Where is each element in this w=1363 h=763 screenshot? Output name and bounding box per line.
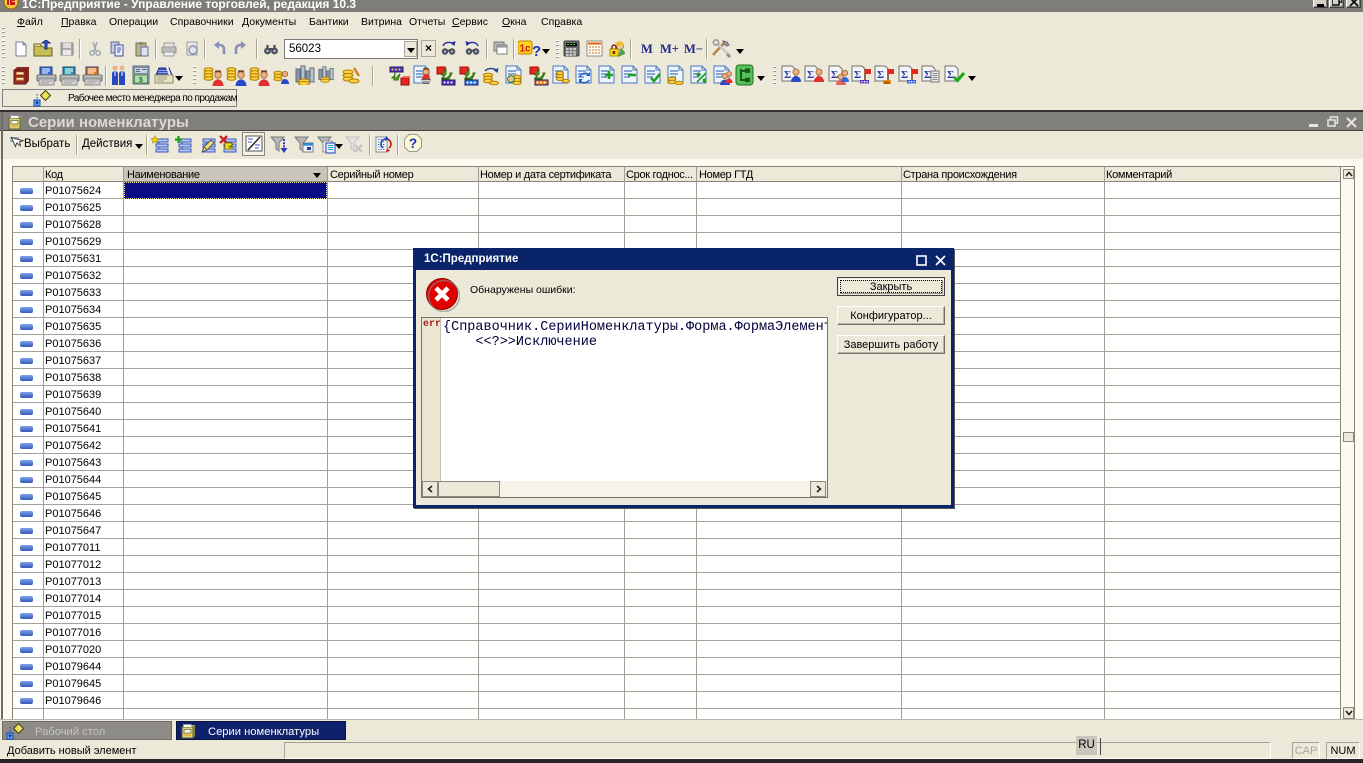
svg-text:Σ: Σ: [947, 69, 954, 81]
svg-text:Σ: Σ: [901, 69, 908, 81]
svg-text:$: $: [139, 77, 143, 84]
svg-text:Σ: Σ: [807, 69, 814, 81]
svg-text:?: ?: [532, 43, 541, 59]
svg-text:Σ: Σ: [877, 69, 884, 81]
svg-text:Σ: Σ: [831, 69, 838, 81]
svg-text:Σ: Σ: [854, 69, 861, 81]
svg-text:?: ?: [409, 136, 417, 151]
svg-text:Σ: Σ: [924, 69, 931, 81]
svg-text:1с: 1с: [519, 44, 531, 55]
svg-text:Σ: Σ: [784, 69, 791, 81]
